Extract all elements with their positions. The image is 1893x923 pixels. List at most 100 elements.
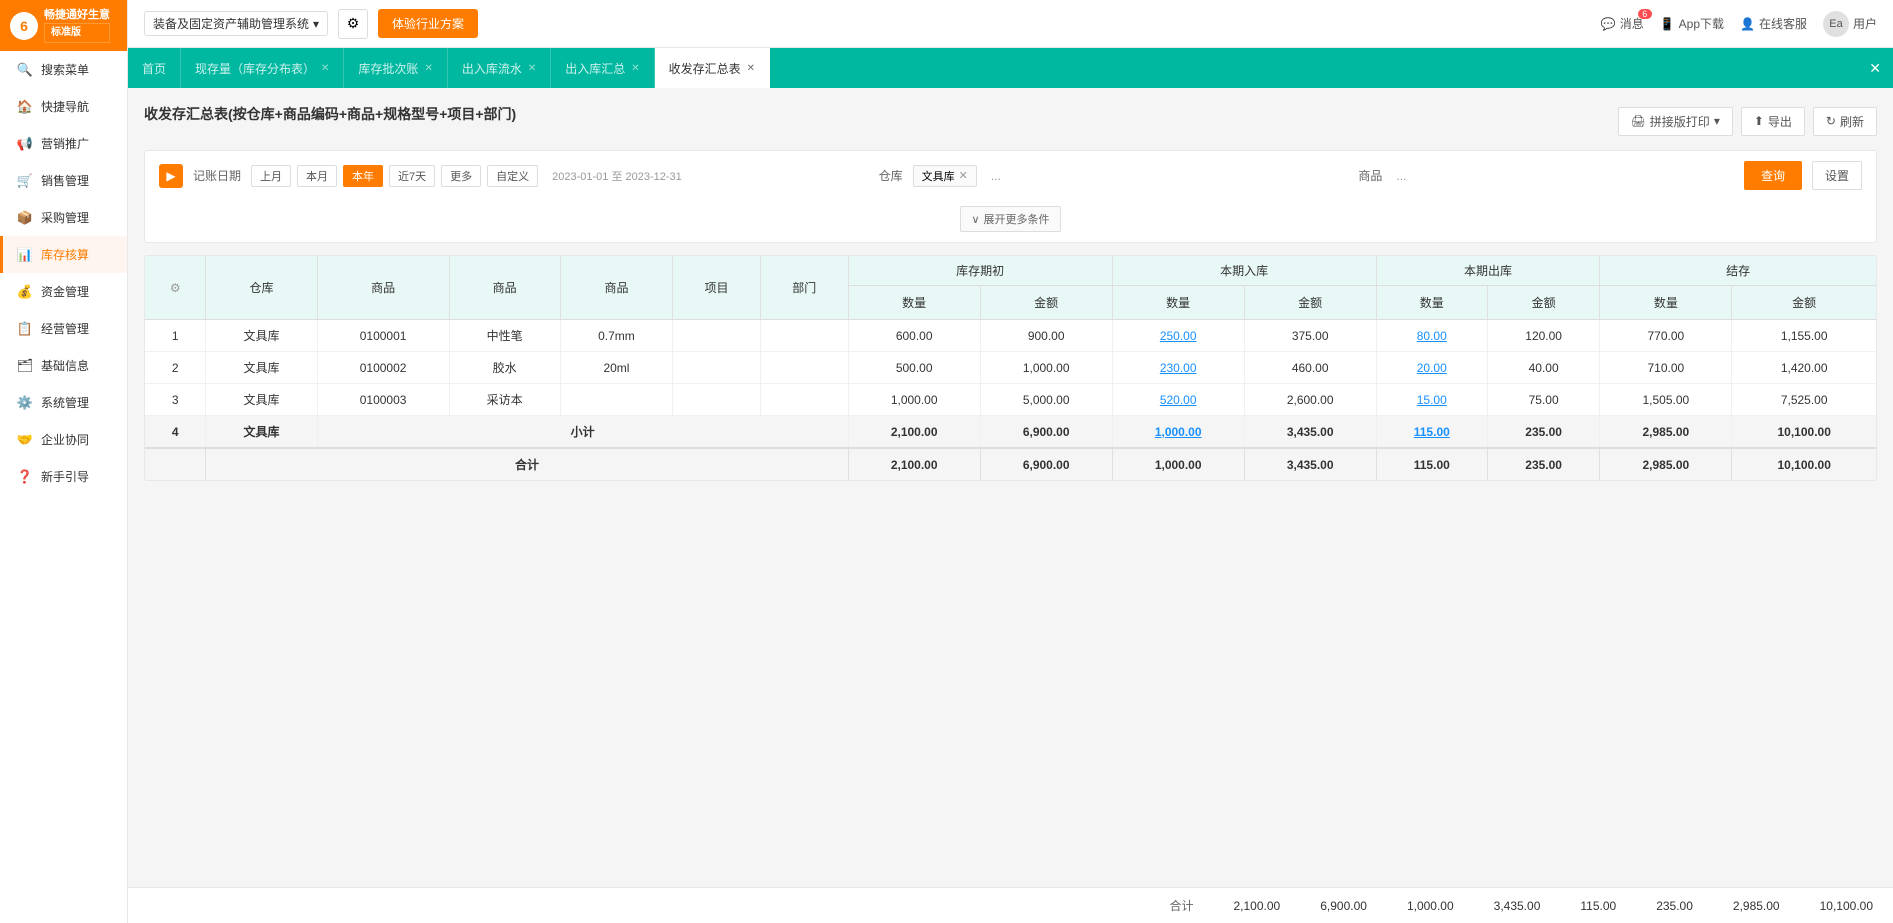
goods-more-button[interactable]: ...	[1392, 169, 1410, 183]
message-icon: 💬	[1601, 17, 1616, 31]
th-out-amt: 金额	[1487, 286, 1599, 320]
print-button[interactable]: 🖨 拼接版打印 ▾	[1618, 107, 1733, 136]
tab-bar: 首页现存量（库存分布表）✕库存批次账✕出入库流水✕出入库汇总✕收发存汇总表✕ ✕	[128, 48, 1893, 88]
th-gear[interactable]: ⚙	[145, 256, 206, 320]
quick-icon: 🏠	[17, 99, 33, 115]
table-row: 1 文具库 0100001 中性笔 0.7mm 600.00 900.00 25…	[145, 320, 1876, 352]
date-btn-近7天[interactable]: 近7天	[389, 165, 435, 187]
operations-icon: 📋	[17, 321, 33, 337]
sales-icon: 🛒	[17, 173, 33, 189]
data-table: ⚙ 仓库 商品 商品 商品 项目 部门 库存期初 本期入库 本期出库 结存 数量	[144, 255, 1877, 481]
messages-button[interactable]: 💬 消息 6	[1601, 15, 1644, 32]
try-button[interactable]: 体验行业方案	[378, 9, 478, 38]
chevron-down-icon: ▾	[1714, 114, 1720, 128]
expand-conditions-button[interactable]: ∨ 展开更多条件	[960, 206, 1060, 232]
tab-close-recv_send[interactable]: ✕	[747, 63, 755, 74]
logo-icon: 6	[10, 12, 38, 40]
sidebar-item-label: 营销推广	[41, 135, 89, 152]
purchase-icon: 📦	[17, 210, 33, 226]
sidebar-item-label: 采购管理	[41, 209, 89, 226]
sidebar-item-finance[interactable]: 💰 资金管理	[0, 273, 127, 310]
sidebar-item-label: 资金管理	[41, 283, 89, 300]
enterprise-icon: 🤝	[17, 432, 33, 448]
date-btn-本月[interactable]: 本月	[297, 165, 337, 187]
sidebar-item-label: 经营管理	[41, 320, 89, 337]
sidebar-item-operations[interactable]: 📋 经营管理	[0, 310, 127, 347]
sidebar-item-marketing[interactable]: 📢 营销推广	[0, 125, 127, 162]
sidebar-item-basic[interactable]: 🗂 基础信息	[0, 347, 127, 384]
sidebar-item-label: 销售管理	[41, 172, 89, 189]
sidebar-item-label: 新手引导	[41, 468, 89, 485]
footer-row: 合计 2,100.00 6,900.00 1,000.00 3,435.00 1…	[145, 448, 1876, 480]
th-opening-qty: 数量	[848, 286, 980, 320]
filter-row-1: ▶ 记账日期 上月本月本年近7天更多自定义 2023-01-01 至 2023-…	[159, 161, 1862, 190]
tab-recv_send[interactable]: 收发存汇总表✕	[655, 48, 770, 88]
tab-in_out_summary[interactable]: 出入库汇总✕	[551, 48, 654, 88]
tab-close-batch[interactable]: ✕	[424, 63, 432, 74]
app-download-button[interactable]: 📱 App下载	[1660, 15, 1724, 32]
export-icon: ⬆	[1754, 114, 1764, 128]
date-btn-自定义[interactable]: 自定义	[487, 165, 538, 187]
warehouse-more-button[interactable]: ...	[987, 169, 1005, 183]
tab-home[interactable]: 首页	[128, 48, 181, 88]
tab-stock_dist[interactable]: 现存量（库存分布表） ✕	[181, 48, 344, 88]
date-btn-更多[interactable]: 更多	[441, 165, 481, 187]
tab-bar-close-button[interactable]: ✕	[1857, 60, 1893, 77]
th-opening-amt: 金额	[980, 286, 1112, 320]
th-out-qty: 数量	[1376, 286, 1487, 320]
filter-toggle-button[interactable]: ▶	[159, 164, 183, 188]
sidebar-item-system[interactable]: ⚙️ 系统管理	[0, 384, 127, 421]
th-balance-qty: 数量	[1600, 286, 1732, 320]
page-content: 收发存汇总表(按仓库+商品编码+商品+规格型号+项目+部门) 🖨 拼接版打印 ▾…	[128, 88, 1893, 923]
system-icon: ⚙️	[17, 395, 33, 411]
top-header: 装备及固定资产辅助管理系统 ▾ ⚙ 体验行业方案 💬 消息 6 📱 App下载 …	[128, 0, 1893, 48]
sidebar-item-purchase[interactable]: 📦 采购管理	[0, 199, 127, 236]
search-icon: 🔍	[17, 62, 33, 78]
tab-batch[interactable]: 库存批次账✕	[344, 48, 447, 88]
tab-close-in_out_flow[interactable]: ✕	[528, 63, 536, 74]
app-logo: 6 畅捷通好生意 标准版	[0, 0, 127, 51]
sidebar-item-quick[interactable]: 🏠 快捷导航	[0, 88, 127, 125]
sidebar-item-guide[interactable]: ❓ 新手引导	[0, 458, 127, 495]
query-button[interactable]: 查询	[1744, 161, 1802, 190]
download-icon: 📱	[1660, 17, 1675, 31]
filter-settings-button[interactable]: 设置	[1812, 161, 1862, 190]
tab-close-stock_dist[interactable]: ✕	[321, 63, 329, 74]
tab-label-in_out_flow: 出入库流水	[462, 60, 522, 77]
th-group-opening: 库存期初	[848, 256, 1112, 286]
th-project: 项目	[673, 256, 761, 320]
table-row: 2 文具库 0100002 胶水 20ml 500.00 1,000.00 23…	[145, 352, 1876, 384]
th-group-out: 本期出库	[1376, 256, 1600, 286]
sidebar-item-enterprise[interactable]: 🤝 企业协同	[0, 421, 127, 458]
main-content: 装备及固定资产辅助管理系统 ▾ ⚙ 体验行业方案 💬 消息 6 📱 App下载 …	[128, 0, 1893, 923]
online-service-button[interactable]: 👤 在线客服	[1740, 15, 1807, 32]
th-balance-amt: 金额	[1732, 286, 1876, 320]
refresh-button[interactable]: ↻ 刷新	[1813, 107, 1877, 136]
sidebar-item-label: 系统管理	[41, 394, 89, 411]
basic-icon: 🗂	[17, 358, 33, 374]
warehouse-tag-close[interactable]: ✕	[959, 169, 968, 182]
tab-close-in_out_summary[interactable]: ✕	[631, 63, 639, 74]
sidebar-item-search[interactable]: 🔍 搜索菜单	[0, 51, 127, 88]
marketing-icon: 📢	[17, 136, 33, 152]
system-name-select[interactable]: 装备及固定资产辅助管理系统 ▾	[144, 11, 328, 36]
avatar: Ea	[1823, 11, 1849, 37]
sidebar-item-label: 基础信息	[41, 357, 89, 374]
tab-in_out_flow[interactable]: 出入库流水 ✕	[448, 48, 551, 88]
th-goods-name: 商品	[449, 256, 560, 320]
tab-label-stock_dist: 现存量（库存分布表）	[195, 60, 315, 77]
user-menu-button[interactable]: Ea 用户	[1823, 11, 1877, 37]
th-in-amt: 金额	[1244, 286, 1376, 320]
th-dept: 部门	[760, 256, 848, 320]
sidebar-item-sales[interactable]: 🛒 销售管理	[0, 162, 127, 199]
date-btn-上月[interactable]: 上月	[251, 165, 291, 187]
guide-icon: ❓	[17, 469, 33, 485]
settings-button[interactable]: ⚙	[338, 9, 368, 39]
date-btn-本年[interactable]: 本年	[343, 165, 383, 187]
sidebar-item-inventory[interactable]: 📊 库存核算	[0, 236, 127, 273]
finance-icon: 💰	[17, 284, 33, 300]
export-button[interactable]: ⬆ 导出	[1741, 107, 1805, 136]
th-group-balance: 结存	[1600, 256, 1876, 286]
th-warehouse: 仓库	[206, 256, 317, 320]
th-goods-spec: 商品	[560, 256, 672, 320]
